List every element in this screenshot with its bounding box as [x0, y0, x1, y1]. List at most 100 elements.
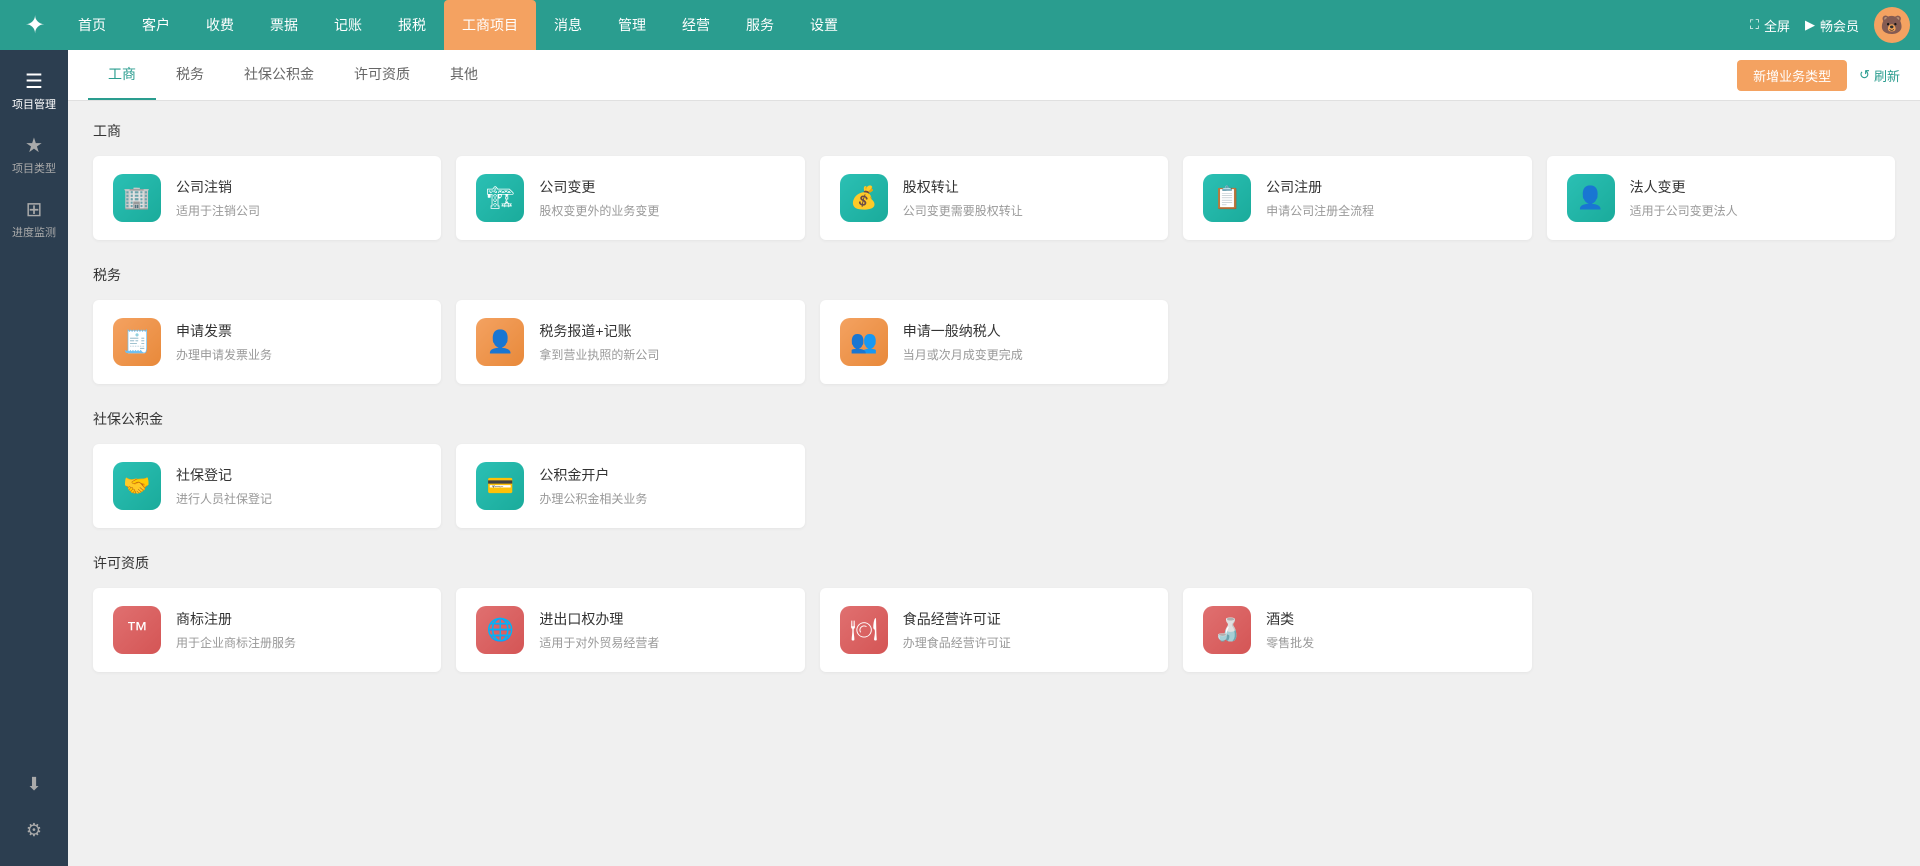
sidebar-label: 项目管理: [12, 96, 56, 112]
card-text-公积金开户: 公积金开户 办理公积金相关业务: [539, 465, 647, 507]
card-进出口权办理[interactable]: 🌐 进出口权办理 适用于对外贸易经营者: [456, 588, 804, 672]
card-股权转让[interactable]: 💰 股权转让 公司变更需要股权转让: [820, 156, 1168, 240]
tab-工商[interactable]: 工商: [88, 50, 156, 100]
sidebar-icon: ⊞: [26, 200, 43, 220]
card-desc: 办理申请发票业务: [176, 346, 272, 363]
card-商标注册[interactable]: ™ 商标注册 用于企业商标注册服务: [93, 588, 441, 672]
card-公司注销[interactable]: 🏢 公司注销 适用于注销公司: [93, 156, 441, 240]
card-text-进出口权办理: 进出口权办理 适用于对外贸易经营者: [539, 609, 659, 651]
nav-items: 首页客户收费票据记账报税工商项目消息管理经营服务设置: [60, 0, 1750, 50]
nav-item-记账[interactable]: 记账: [316, 0, 380, 50]
card-title: 公司注册: [1266, 177, 1374, 197]
card-desc: 公司变更需要股权转让: [903, 202, 1023, 219]
nav-item-设置[interactable]: 设置: [792, 0, 856, 50]
card-icon-商标注册: ™: [113, 606, 161, 654]
vip-label: 畅会员: [1820, 16, 1859, 35]
card-title: 进出口权办理: [539, 609, 659, 629]
section-title-税务: 税务: [93, 265, 1895, 285]
card-desc: 用于企业商标注册服务: [176, 634, 296, 651]
sidebar-bottom-item-0[interactable]: ⬇: [16, 764, 51, 805]
card-申请发票[interactable]: 🧾 申请发票 办理申请发票业务: [93, 300, 441, 384]
sidebar-bottom-item-1[interactable]: ⚙: [16, 810, 52, 851]
card-公司变更[interactable]: 🏗 公司变更 股权变更外的业务变更: [456, 156, 804, 240]
card-desc: 进行人员社保登记: [176, 490, 272, 507]
refresh-icon: ↺: [1859, 67, 1870, 83]
add-business-type-button[interactable]: 新增业务类型: [1737, 60, 1847, 91]
nav-item-报税[interactable]: 报税: [380, 0, 444, 50]
card-text-酒类: 酒类 零售批发: [1266, 609, 1314, 651]
main-layout: ☰项目管理★项目类型⊞进度监测⬇⚙ 工商税务社保公积金许可资质其他 新增业务类型…: [0, 50, 1920, 866]
tab-actions: 新增业务类型 ↺ 刷新: [1737, 60, 1900, 91]
sidebar-icon: ☰: [25, 72, 43, 92]
cards-grid-许可资质: ™ 商标注册 用于企业商标注册服务 🌐 进出口权办理 适用于对外贸易经营者 🍽 …: [93, 588, 1895, 672]
sidebar-item-项目管理[interactable]: ☰ 项目管理: [0, 60, 68, 124]
card-text-申请发票: 申请发票 办理申请发票业务: [176, 321, 272, 363]
fullscreen-label: 全屏: [1764, 16, 1790, 35]
card-text-公司注册: 公司注册 申请公司注册全流程: [1266, 177, 1374, 219]
tabs-container: 工商税务社保公积金许可资质其他: [88, 50, 498, 100]
tab-社保公积金[interactable]: 社保公积金: [224, 50, 334, 100]
card-text-公司变更: 公司变更 股权变更外的业务变更: [539, 177, 659, 219]
refresh-label: 刷新: [1874, 66, 1900, 85]
card-desc: 申请公司注册全流程: [1266, 202, 1374, 219]
card-text-税务报道+记账: 税务报道+记账 拿到营业执照的新公司: [539, 321, 659, 363]
nav-item-工商项目[interactable]: 工商项目: [444, 0, 536, 50]
sidebar-item-项目类型[interactable]: ★项目类型: [0, 124, 68, 188]
cards-grid-工商: 🏢 公司注销 适用于注销公司 🏗 公司变更 股权变更外的业务变更 💰 股权转让 …: [93, 156, 1895, 240]
tab-bar: 工商税务社保公积金许可资质其他 新增业务类型 ↺ 刷新: [68, 50, 1920, 101]
card-法人变更[interactable]: 👤 法人变更 适用于公司变更法人: [1547, 156, 1895, 240]
card-title: 社保登记: [176, 465, 272, 485]
nav-item-票据[interactable]: 票据: [252, 0, 316, 50]
fullscreen-button[interactable]: ⛶ 全屏: [1750, 16, 1790, 35]
vip-icon: ▶: [1805, 17, 1815, 33]
card-text-商标注册: 商标注册 用于企业商标注册服务: [176, 609, 296, 651]
section-title-许可资质: 许可资质: [93, 553, 1895, 573]
tab-税务[interactable]: 税务: [156, 50, 224, 100]
sidebar-item-进度监测[interactable]: ⊞ 进度监测: [0, 188, 68, 252]
sidebar-icon: ★: [25, 136, 43, 156]
cards-grid-税务: 🧾 申请发票 办理申请发票业务 👤 税务报道+记账 拿到营业执照的新公司 👥 申…: [93, 300, 1895, 384]
card-icon-食品经营许可证: 🍽: [840, 606, 888, 654]
card-公积金开户[interactable]: 💳 公积金开户 办理公积金相关业务: [456, 444, 804, 528]
sidebar-label: 进度监测: [12, 224, 56, 240]
card-desc: 办理公积金相关业务: [539, 490, 647, 507]
vip-button[interactable]: ▶ 畅会员: [1805, 16, 1859, 35]
card-icon-公司注销: 🏢: [113, 174, 161, 222]
user-avatar[interactable]: 🐻: [1874, 7, 1910, 43]
tab-其他[interactable]: 其他: [430, 50, 498, 100]
card-icon-社保登记: 🤝: [113, 462, 161, 510]
card-酒类[interactable]: 🍶 酒类 零售批发: [1183, 588, 1531, 672]
nav-item-客户[interactable]: 客户: [124, 0, 188, 50]
card-desc: 适用于对外贸易经营者: [539, 634, 659, 651]
card-title: 法人变更: [1630, 177, 1738, 197]
nav-item-服务[interactable]: 服务: [728, 0, 792, 50]
card-title: 公司变更: [539, 177, 659, 197]
page-content: 工商 🏢 公司注销 适用于注销公司 🏗 公司变更 股权变更外的业务变更 💰 股权…: [68, 101, 1920, 866]
nav-item-管理[interactable]: 管理: [600, 0, 664, 50]
card-icon-进出口权办理: 🌐: [476, 606, 524, 654]
card-title: 商标注册: [176, 609, 296, 629]
logo: ✦: [10, 0, 60, 50]
card-食品经营许可证[interactable]: 🍽 食品经营许可证 办理食品经营许可证: [820, 588, 1168, 672]
card-税务报道+记账[interactable]: 👤 税务报道+记账 拿到营业执照的新公司: [456, 300, 804, 384]
card-text-法人变更: 法人变更 适用于公司变更法人: [1630, 177, 1738, 219]
fullscreen-icon: ⛶: [1750, 17, 1759, 33]
card-desc: 股权变更外的业务变更: [539, 202, 659, 219]
cards-grid-社保公积金: 🤝 社保登记 进行人员社保登记 💳 公积金开户 办理公积金相关业务: [93, 444, 1895, 528]
card-icon-公司变更: 🏗: [476, 174, 524, 222]
card-title: 酒类: [1266, 609, 1314, 629]
nav-item-消息[interactable]: 消息: [536, 0, 600, 50]
card-desc: 拿到营业执照的新公司: [539, 346, 659, 363]
card-申请一般纳税人[interactable]: 👥 申请一般纳税人 当月或次月成变更完成: [820, 300, 1168, 384]
nav-item-首页[interactable]: 首页: [60, 0, 124, 50]
nav-item-收费[interactable]: 收费: [188, 0, 252, 50]
card-icon-股权转让: 💰: [840, 174, 888, 222]
nav-item-经营[interactable]: 经营: [664, 0, 728, 50]
card-title: 股权转让: [903, 177, 1023, 197]
card-社保登记[interactable]: 🤝 社保登记 进行人员社保登记: [93, 444, 441, 528]
content-area: 工商税务社保公积金许可资质其他 新增业务类型 ↺ 刷新 工商 🏢 公司注销 适用…: [68, 50, 1920, 866]
card-公司注册[interactable]: 📋 公司注册 申请公司注册全流程: [1183, 156, 1531, 240]
tab-许可资质[interactable]: 许可资质: [334, 50, 430, 100]
refresh-button[interactable]: ↺ 刷新: [1859, 66, 1900, 85]
card-desc: 适用于注销公司: [176, 202, 260, 219]
